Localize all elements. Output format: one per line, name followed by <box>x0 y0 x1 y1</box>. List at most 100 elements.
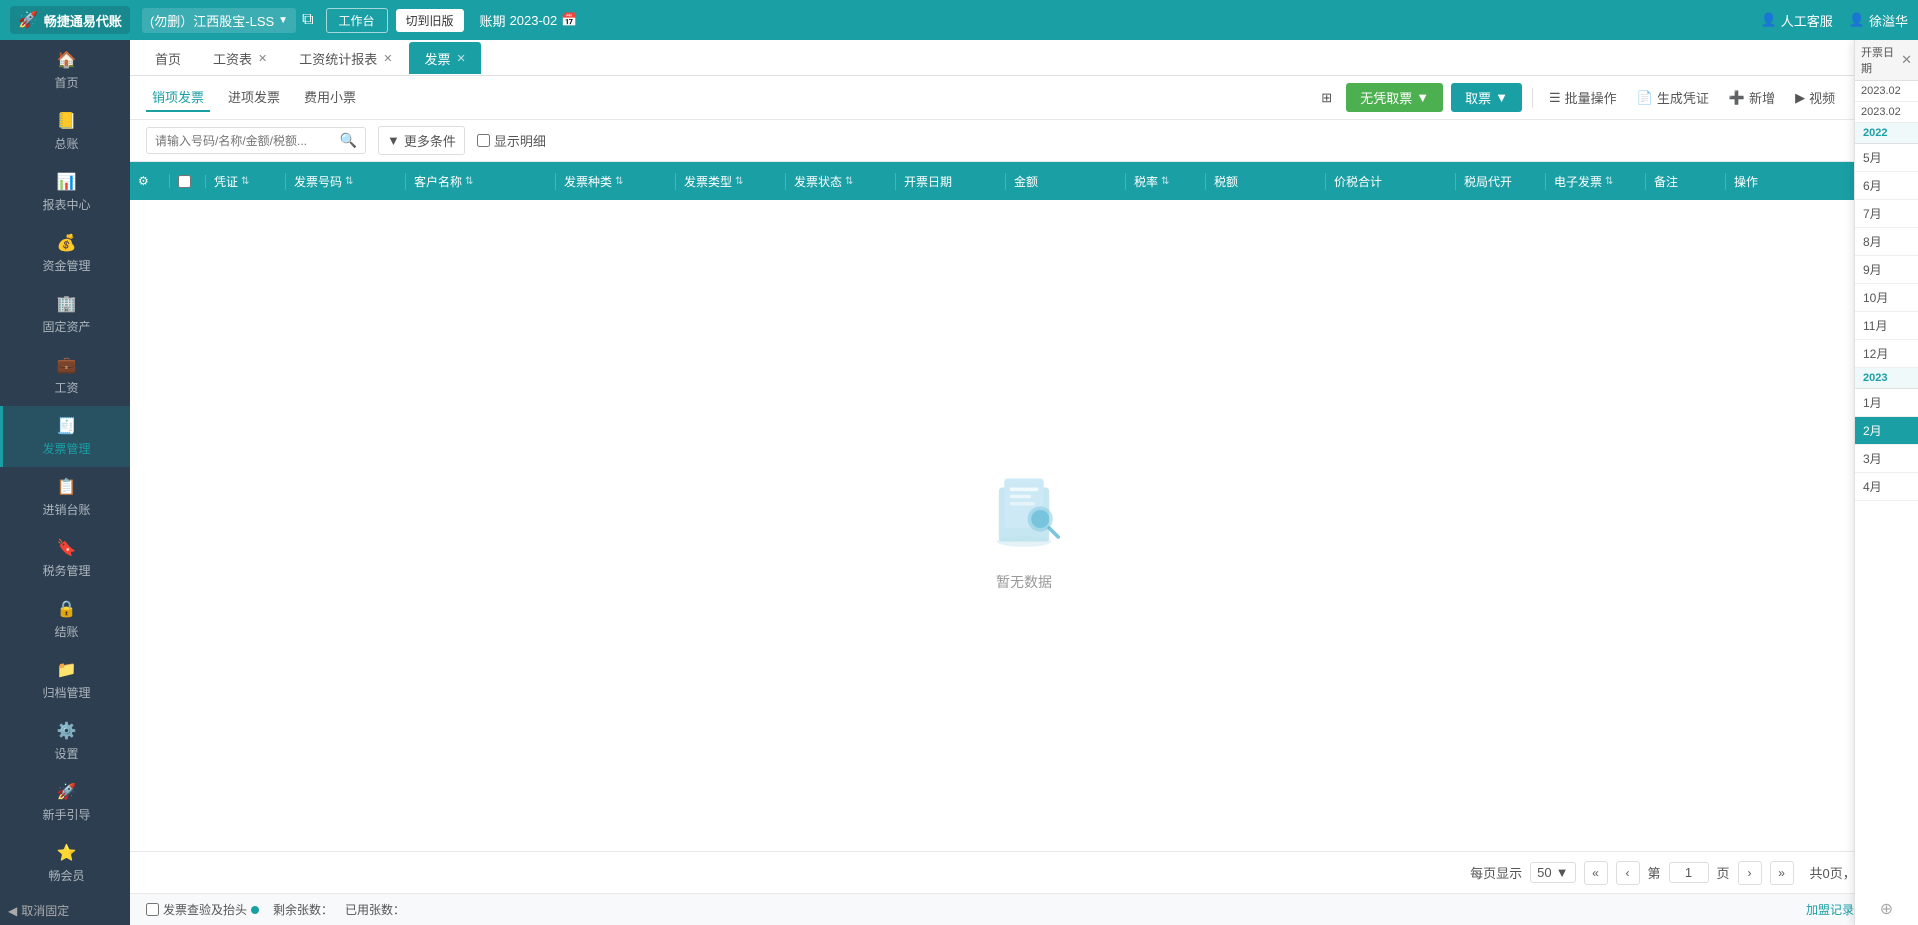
month-2022-9[interactable]: 9月 <box>1855 256 1918 284</box>
month-2022-7[interactable]: 7月 <box>1855 200 1918 228</box>
th-voucher[interactable]: 凭证 ⇅ <box>206 173 286 190</box>
batch-ops-btn[interactable]: ☰ 批量操作 <box>1543 84 1623 111</box>
th-e-invoice[interactable]: 电子发票 ⇅ <box>1546 173 1646 190</box>
th-open-date[interactable]: 开票日期 <box>896 173 1006 190</box>
th-amount[interactable]: 金额 <box>1006 173 1126 190</box>
month-2022-5[interactable]: 5月 <box>1855 144 1918 172</box>
sidebar-item-home[interactable]: 🏠 首页 <box>0 40 130 101</box>
user-menu[interactable]: 👤 徐溢华 <box>1849 11 1908 30</box>
month-2023-1[interactable]: 1月 <box>1855 389 1918 417</box>
date-entry-top[interactable]: 2023.02 <box>1855 81 1918 102</box>
gen-voucher-btn[interactable]: 📄 生成凭证 <box>1631 84 1715 111</box>
next-page-btn[interactable]: › <box>1738 861 1762 885</box>
sidebar-item-member[interactable]: ⭐ 畅会员 <box>0 833 130 894</box>
date-panel-overlay: 开票日期 ✕ 2023.02 2023.02 2022 5月 6月 7月 8月 … <box>1854 40 1918 925</box>
join-record-link[interactable]: 加盟记录 <box>1806 901 1854 918</box>
th-note[interactable]: 备注 <box>1646 173 1726 190</box>
sub-tab-expense-receipt[interactable]: 费用小票 <box>298 83 362 112</box>
check-checkbox[interactable] <box>146 903 159 916</box>
tab-salary-close-icon[interactable]: ✕ <box>258 52 267 65</box>
workbench-button[interactable]: 工作台 <box>326 8 388 33</box>
sidebar-item-tax[interactable]: 🔖 税务管理 <box>0 528 130 589</box>
grid-toggle-button[interactable]: ⊞ <box>1315 86 1338 110</box>
year-2023-text: 2023 <box>1863 372 1887 384</box>
sub-tab-sales-invoice[interactable]: 销项发票 <box>146 83 210 112</box>
tab-salary[interactable]: 工资表 ✕ <box>198 42 282 74</box>
th-checkbox[interactable] <box>170 175 206 188</box>
sidebar-item-reports[interactable]: 📊 报表中心 <box>0 162 130 223</box>
prev-page-btn[interactable]: ‹ <box>1616 861 1640 885</box>
tab-home[interactable]: 首页 <box>140 42 196 74</box>
sidebar-item-closing[interactable]: 🔒 结账 <box>0 589 130 650</box>
sidebar-item-fixed-assets[interactable]: 🏢 固定资产 <box>0 284 130 345</box>
date-entry-bottom[interactable]: 2023.02 <box>1855 102 1918 123</box>
first-page-btn[interactable]: « <box>1584 861 1608 885</box>
month-2022-12[interactable]: 12月 <box>1855 340 1918 368</box>
search-input[interactable] <box>155 134 334 148</box>
sidebar-item-funds[interactable]: 💰 资金管理 <box>0 223 130 284</box>
sidebar-label-sales: 进销台账 <box>42 501 90 518</box>
show-detail-label[interactable]: 显示明细 <box>477 131 546 150</box>
sort-invoice-type-icon: ⇅ <box>615 176 623 187</box>
sidebar-item-invoice[interactable]: 🧾 发票管理 <box>0 406 130 467</box>
th-tax-authority[interactable]: 税局代开 <box>1456 173 1546 190</box>
th-tax-total[interactable]: 价税合计 <box>1326 173 1456 190</box>
month-2023-4[interactable]: 4月 <box>1855 473 1918 501</box>
th-invoice-status[interactable]: 发票状态 ⇅ <box>786 173 896 190</box>
sidebar-label-archive: 归档管理 <box>42 684 90 701</box>
page-size-selector[interactable]: 50 ▼ <box>1530 862 1575 883</box>
page-number-input[interactable] <box>1669 862 1709 883</box>
th-tax-amount[interactable]: 税额 <box>1206 173 1326 190</box>
sidebar-item-salary[interactable]: 💼 工资 <box>0 345 130 406</box>
sidebar-label-settings: 设置 <box>54 745 78 762</box>
month-2022-10[interactable]: 10月 <box>1855 284 1918 312</box>
guide-icon: 🚀 <box>57 782 77 802</box>
th-invoice-no[interactable]: 发票号码 ⇅ <box>286 173 406 190</box>
month-2023-3[interactable]: 3月 <box>1855 445 1918 473</box>
sidebar-item-guide[interactable]: 🚀 新手引导 <box>0 772 130 833</box>
new-invoice-btn[interactable]: ➕ 新增 <box>1723 84 1781 111</box>
th-invoice-type[interactable]: 发票种类 ⇅ <box>556 173 676 190</box>
sidebar-item-archive[interactable]: 📁 归档管理 <box>0 650 130 711</box>
last-page-btn[interactable]: » <box>1770 861 1794 885</box>
th-tax-amount-label: 税额 <box>1214 173 1238 190</box>
no-voucher-btn[interactable]: 无凭取票 ▼ <box>1346 83 1443 112</box>
sidebar-label-salary: 工资 <box>54 379 78 396</box>
calendar-icon[interactable]: 📅 <box>561 12 577 28</box>
company-selector[interactable]: (勿删）江西股宝-LSS ▼ <box>142 8 296 33</box>
tab-salary-stats-label: 工资统计报表 <box>299 49 377 68</box>
customer-service-btn[interactable]: 👤 人工客服 <box>1761 11 1833 30</box>
sidebar-item-ledger[interactable]: 📒 总账 <box>0 101 130 162</box>
tab-salary-stats[interactable]: 工资统计报表 ✕ <box>284 42 407 74</box>
tab-salary-stats-close-icon[interactable]: ✕ <box>383 52 392 65</box>
search-box[interactable]: 🔍 <box>146 127 366 154</box>
sidebar-item-settings[interactable]: ⚙️ 设置 <box>0 711 130 772</box>
tab-invoice-close-icon[interactable]: ✕ <box>457 52 466 65</box>
th-settings[interactable]: ⚙ <box>130 174 170 188</box>
date-panel-scroll-btn[interactable]: ⊕ <box>1855 893 1918 925</box>
fixed-assets-icon: 🏢 <box>57 294 77 314</box>
sub-tab-purchase-invoice[interactable]: 进项发票 <box>222 83 286 112</box>
th-e-invoice-label: 电子发票 <box>1554 173 1602 190</box>
date-panel-close-btn[interactable]: ✕ <box>1901 52 1912 68</box>
select-all-checkbox[interactable] <box>178 175 191 188</box>
month-2022-8[interactable]: 8月 <box>1855 228 1918 256</box>
switch-version-button[interactable]: 切到旧版 <box>396 9 464 32</box>
month-2022-11[interactable]: 11月 <box>1855 312 1918 340</box>
sidebar-item-sales[interactable]: 📋 进销台账 <box>0 467 130 528</box>
video-btn[interactable]: ▶ 视频 <box>1789 84 1841 111</box>
sidebar-label-home: 首页 <box>54 74 78 91</box>
month-2022-6[interactable]: 6月 <box>1855 172 1918 200</box>
sidebar-footer[interactable]: ◀ 取消固定 <box>0 894 130 925</box>
th-customer[interactable]: 客户名称 ⇅ <box>406 173 556 190</box>
more-conditions-btn[interactable]: ▼ 更多条件 <box>378 126 465 155</box>
th-tax-rate[interactable]: 税率 ⇅ <box>1126 173 1206 190</box>
search-icon[interactable]: 🔍 <box>340 132 357 149</box>
th-invoice-category[interactable]: 发票类型 ⇅ <box>676 173 786 190</box>
voucher-btn[interactable]: 取票 ▼ <box>1451 83 1522 112</box>
month-2023-2[interactable]: 2月 <box>1855 417 1918 445</box>
pagination-bar: 每页显示 50 ▼ « ‹ 第 页 › » 共0页，0条记录 <box>130 851 1918 893</box>
tab-invoice[interactable]: 发票 ✕ <box>409 42 480 74</box>
copy-icon[interactable]: ⧉ <box>302 11 313 29</box>
show-detail-checkbox[interactable] <box>477 134 490 147</box>
